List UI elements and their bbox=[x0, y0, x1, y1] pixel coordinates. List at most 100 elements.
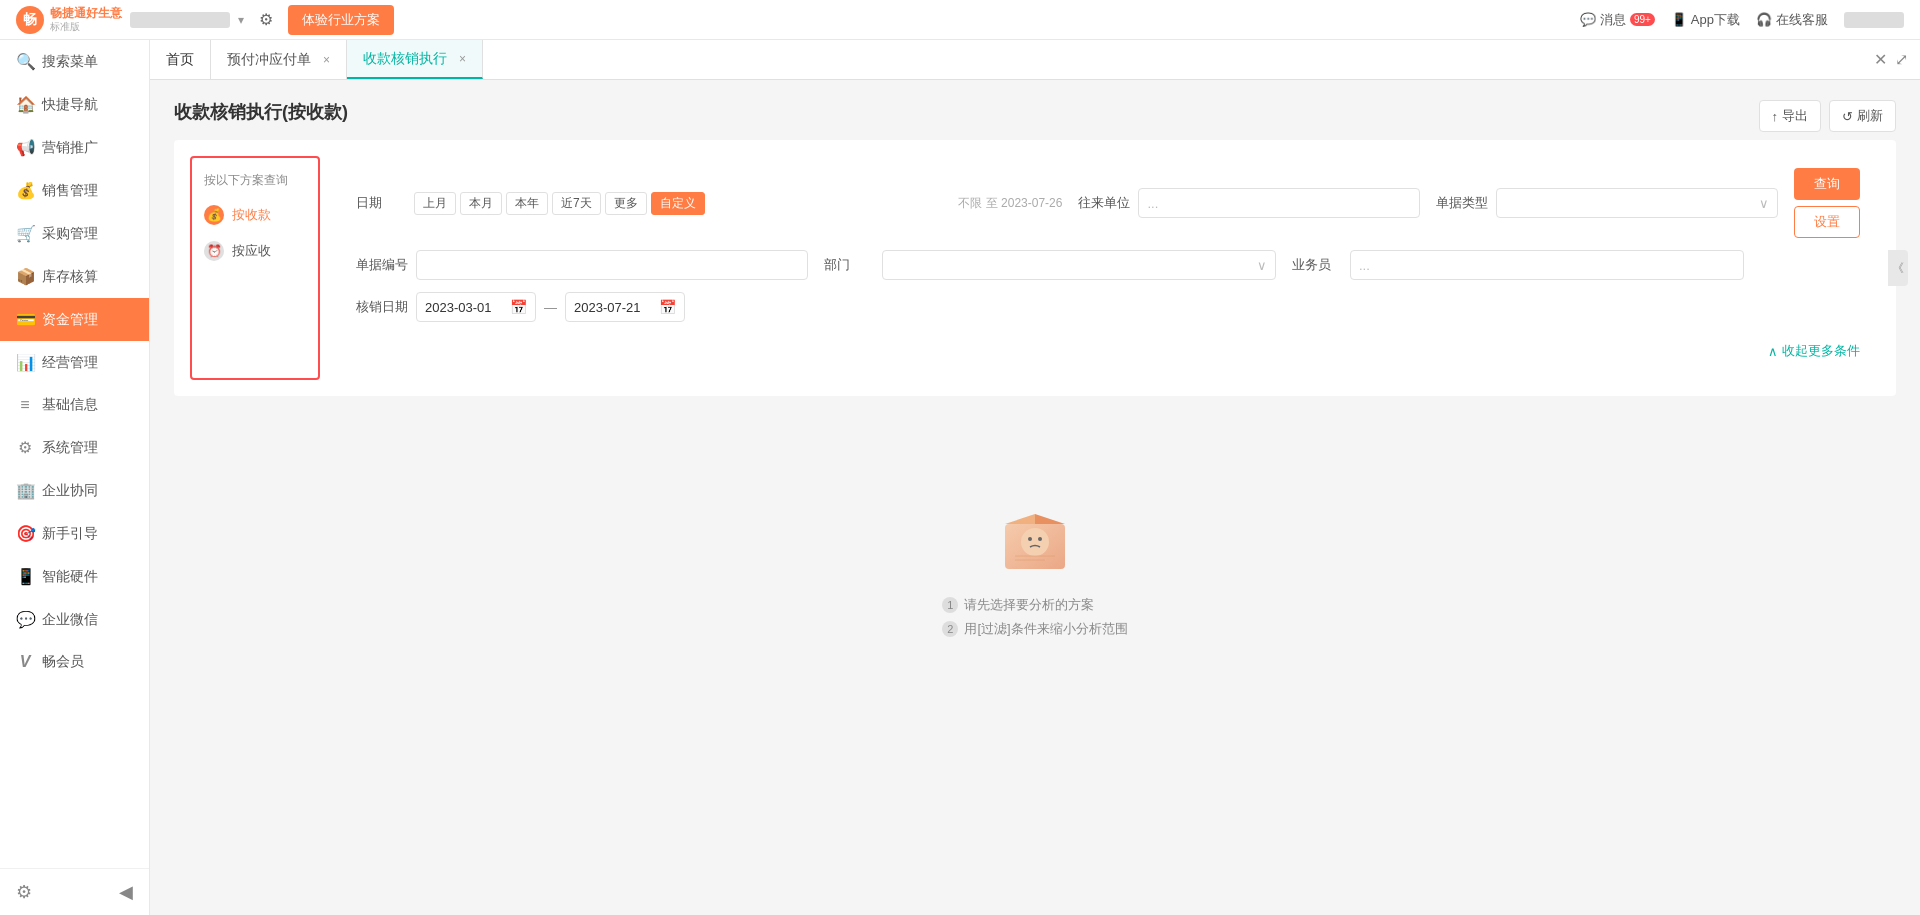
sidebar-item-label: 畅会员 bbox=[42, 653, 84, 671]
svg-point-5 bbox=[1021, 528, 1049, 556]
purchase-icon: 🛒 bbox=[16, 224, 34, 243]
date-range-separator: — bbox=[544, 300, 557, 315]
writeoff-date-field: 核销日期 2023-03-01 📅 — 2023-07-21 📅 bbox=[356, 292, 1860, 322]
export-icon: ↑ bbox=[1772, 109, 1779, 124]
sidebar-item-label: 资金管理 bbox=[42, 311, 98, 329]
dept-select[interactable]: ∨ bbox=[882, 250, 1276, 280]
writeoff-date-range: 2023-03-01 📅 — 2023-07-21 📅 bbox=[416, 292, 685, 322]
top-header: 畅 畅捷通好生意 标准版 ▾ ⚙ 体验行业方案 💬 消息 99+ 📱 App下载… bbox=[0, 0, 1920, 40]
gear-button[interactable]: ⚙ bbox=[252, 6, 280, 34]
tab-receipt-offset-label: 收款核销执行 bbox=[363, 50, 447, 68]
filter-option-by-receivable[interactable]: ⏰ 按应收 bbox=[192, 233, 318, 269]
dropdown-arrow-icon[interactable]: ▾ bbox=[238, 13, 244, 27]
counterparty-label: 往来单位 bbox=[1078, 194, 1130, 212]
doc-type-select[interactable]: ∨ bbox=[1496, 188, 1778, 218]
blurred-username bbox=[130, 12, 230, 28]
page-header-area: 收款核销执行(按收款) ↑ 导出 ↺ 刷新 bbox=[174, 100, 1896, 124]
sidebar-item-system[interactable]: ⚙ 系统管理 bbox=[0, 426, 149, 469]
filter-row-3: 核销日期 2023-03-01 📅 — 2023-07-21 📅 bbox=[356, 292, 1860, 322]
filter-panel: 按以下方案查询 💰 按收款 ⏰ 按应收 《 bbox=[174, 140, 1896, 396]
sidebar-item-label: 快捷导航 bbox=[42, 96, 98, 114]
collapse-sidebar-icon[interactable]: ◀ bbox=[119, 881, 133, 903]
refresh-label: 刷新 bbox=[1857, 107, 1883, 125]
header-right: 💬 消息 99+ 📱 App下载 🎧 在线客服 bbox=[1580, 11, 1904, 29]
message-button[interactable]: 💬 消息 99+ bbox=[1580, 11, 1655, 29]
online-service-button[interactable]: 🎧 在线客服 bbox=[1756, 11, 1828, 29]
tab-receipt-offset[interactable]: 收款核销执行 × bbox=[347, 40, 483, 79]
tab-prepay-offset[interactable]: 预付冲应付单 × bbox=[211, 40, 347, 79]
sidebar-item-hardware[interactable]: 📱 智能硬件 bbox=[0, 555, 149, 598]
filter-option-by-receipt[interactable]: 💰 按收款 bbox=[192, 197, 318, 233]
this-month-btn[interactable]: 本月 bbox=[460, 192, 502, 215]
filter-collapse-button[interactable]: 《 bbox=[1888, 250, 1908, 286]
sidebar-item-basic-info[interactable]: ≡ 基础信息 bbox=[0, 384, 149, 426]
close-all-tabs-icon[interactable]: ✕ bbox=[1874, 50, 1887, 69]
sidebar-item-funds[interactable]: 💳 资金管理 bbox=[0, 298, 149, 341]
writeoff-start-value: 2023-03-01 bbox=[425, 300, 492, 315]
refresh-button[interactable]: ↺ 刷新 bbox=[1829, 100, 1896, 132]
sidebar-item-marketing[interactable]: 📢 营销推广 bbox=[0, 126, 149, 169]
last-7-days-btn[interactable]: 近7天 bbox=[552, 192, 601, 215]
this-year-btn[interactable]: 本年 bbox=[506, 192, 548, 215]
export-button[interactable]: ↑ 导出 bbox=[1759, 100, 1822, 132]
counterparty-placeholder: ... bbox=[1147, 196, 1158, 211]
export-label: 导出 bbox=[1782, 107, 1808, 125]
settings-bottom-icon[interactable]: ⚙ bbox=[16, 881, 32, 903]
date-field: 日期 上月 本月 本年 近7天 更多 自定义 bbox=[356, 192, 705, 215]
tab-receipt-close-icon[interactable]: × bbox=[459, 52, 466, 66]
message-badge: 99+ bbox=[1630, 13, 1655, 26]
custom-btn[interactable]: 自定义 bbox=[651, 192, 705, 215]
sidebar: 🔍 搜索菜单 🏠 快捷导航 📢 营销推广 💰 销售管理 🛒 采购管理 📦 bbox=[0, 40, 150, 915]
empty-tips: 1 请先选择要分析的方案 2 用[过滤]条件来缩小分析范围 bbox=[942, 596, 1127, 638]
sidebar-item-guide[interactable]: 🎯 新手引导 bbox=[0, 512, 149, 555]
refresh-icon: ↺ bbox=[1842, 109, 1853, 124]
collapse-conditions-button[interactable]: ∧ 收起更多条件 bbox=[356, 334, 1860, 368]
doc-type-label: 单据类型 bbox=[1436, 194, 1488, 212]
sidebar-item-wechat[interactable]: 💬 企业微信 bbox=[0, 598, 149, 641]
tab-home[interactable]: 首页 bbox=[150, 40, 211, 79]
sidebar-item-sales[interactable]: 💰 销售管理 bbox=[0, 169, 149, 212]
empty-tip-1: 1 请先选择要分析的方案 bbox=[942, 596, 1127, 614]
funds-icon: 💳 bbox=[16, 310, 34, 329]
sidebar-item-operation[interactable]: 📊 经营管理 bbox=[0, 341, 149, 384]
writeoff-date-start-input[interactable]: 2023-03-01 📅 bbox=[416, 292, 536, 322]
tab-prepay-close-icon[interactable]: × bbox=[323, 53, 330, 67]
sidebar-item-inventory[interactable]: 📦 库存核算 bbox=[0, 255, 149, 298]
logo-icon: 畅 bbox=[16, 6, 44, 34]
writeoff-date-end-input[interactable]: 2023-07-21 📅 bbox=[565, 292, 685, 322]
last-month-btn[interactable]: 上月 bbox=[414, 192, 456, 215]
settings-button[interactable]: 设置 bbox=[1794, 206, 1860, 238]
filter-sidebar: 按以下方案查询 💰 按收款 ⏰ 按应收 《 bbox=[190, 156, 320, 380]
calendar-end-icon: 📅 bbox=[659, 299, 676, 315]
header-left: 畅 畅捷通好生意 标准版 ▾ ⚙ 体验行业方案 bbox=[16, 5, 1580, 35]
user-info[interactable] bbox=[1844, 12, 1904, 28]
more-btn[interactable]: 更多 bbox=[605, 192, 647, 215]
sidebar-item-search-menu[interactable]: 🔍 搜索菜单 bbox=[0, 40, 149, 83]
expand-icon[interactable]: ⤢ bbox=[1895, 50, 1908, 69]
sidebar-item-enterprise[interactable]: 🏢 企业协同 bbox=[0, 469, 149, 512]
quick-date-buttons: 上月 本月 本年 近7天 更多 自定义 bbox=[414, 192, 705, 215]
query-button[interactable]: 查询 bbox=[1794, 168, 1860, 200]
svg-text:畅: 畅 bbox=[23, 11, 37, 27]
sidebar-item-label: 经营管理 bbox=[42, 354, 98, 372]
sidebar-item-purchase[interactable]: 🛒 采购管理 bbox=[0, 212, 149, 255]
svg-marker-4 bbox=[1035, 514, 1065, 524]
industry-solution-button[interactable]: 体验行业方案 bbox=[288, 5, 394, 35]
sidebar-item-quick-nav[interactable]: 🏠 快捷导航 bbox=[0, 83, 149, 126]
operation-icon: 📊 bbox=[16, 353, 34, 372]
tab-bar: 首页 预付冲应付单 × 收款核销执行 × ✕ ⤢ bbox=[150, 40, 1920, 80]
inventory-icon: 📦 bbox=[16, 267, 34, 286]
staff-select[interactable]: ... bbox=[1350, 250, 1744, 280]
doc-no-input[interactable] bbox=[416, 250, 808, 280]
top-right-actions: ↑ 导出 ↺ 刷新 bbox=[1759, 100, 1897, 132]
content-area: 首页 预付冲应付单 × 收款核销执行 × ✕ ⤢ 收款核销执行(按收款) ↑ bbox=[150, 40, 1920, 915]
system-icon: ⚙ bbox=[16, 438, 34, 457]
staff-field: 业务员 ... bbox=[1292, 250, 1744, 280]
sidebar-item-label: 库存核算 bbox=[42, 268, 98, 286]
sidebar-item-label: 企业协同 bbox=[42, 482, 98, 500]
counterparty-select[interactable]: ... bbox=[1138, 188, 1420, 218]
empty-state: 1 请先选择要分析的方案 2 用[过滤]条件来缩小分析范围 bbox=[174, 404, 1896, 718]
hardware-icon: 📱 bbox=[16, 567, 34, 586]
app-download-button[interactable]: 📱 App下载 bbox=[1671, 11, 1740, 29]
sidebar-item-member[interactable]: V 畅会员 bbox=[0, 641, 149, 683]
